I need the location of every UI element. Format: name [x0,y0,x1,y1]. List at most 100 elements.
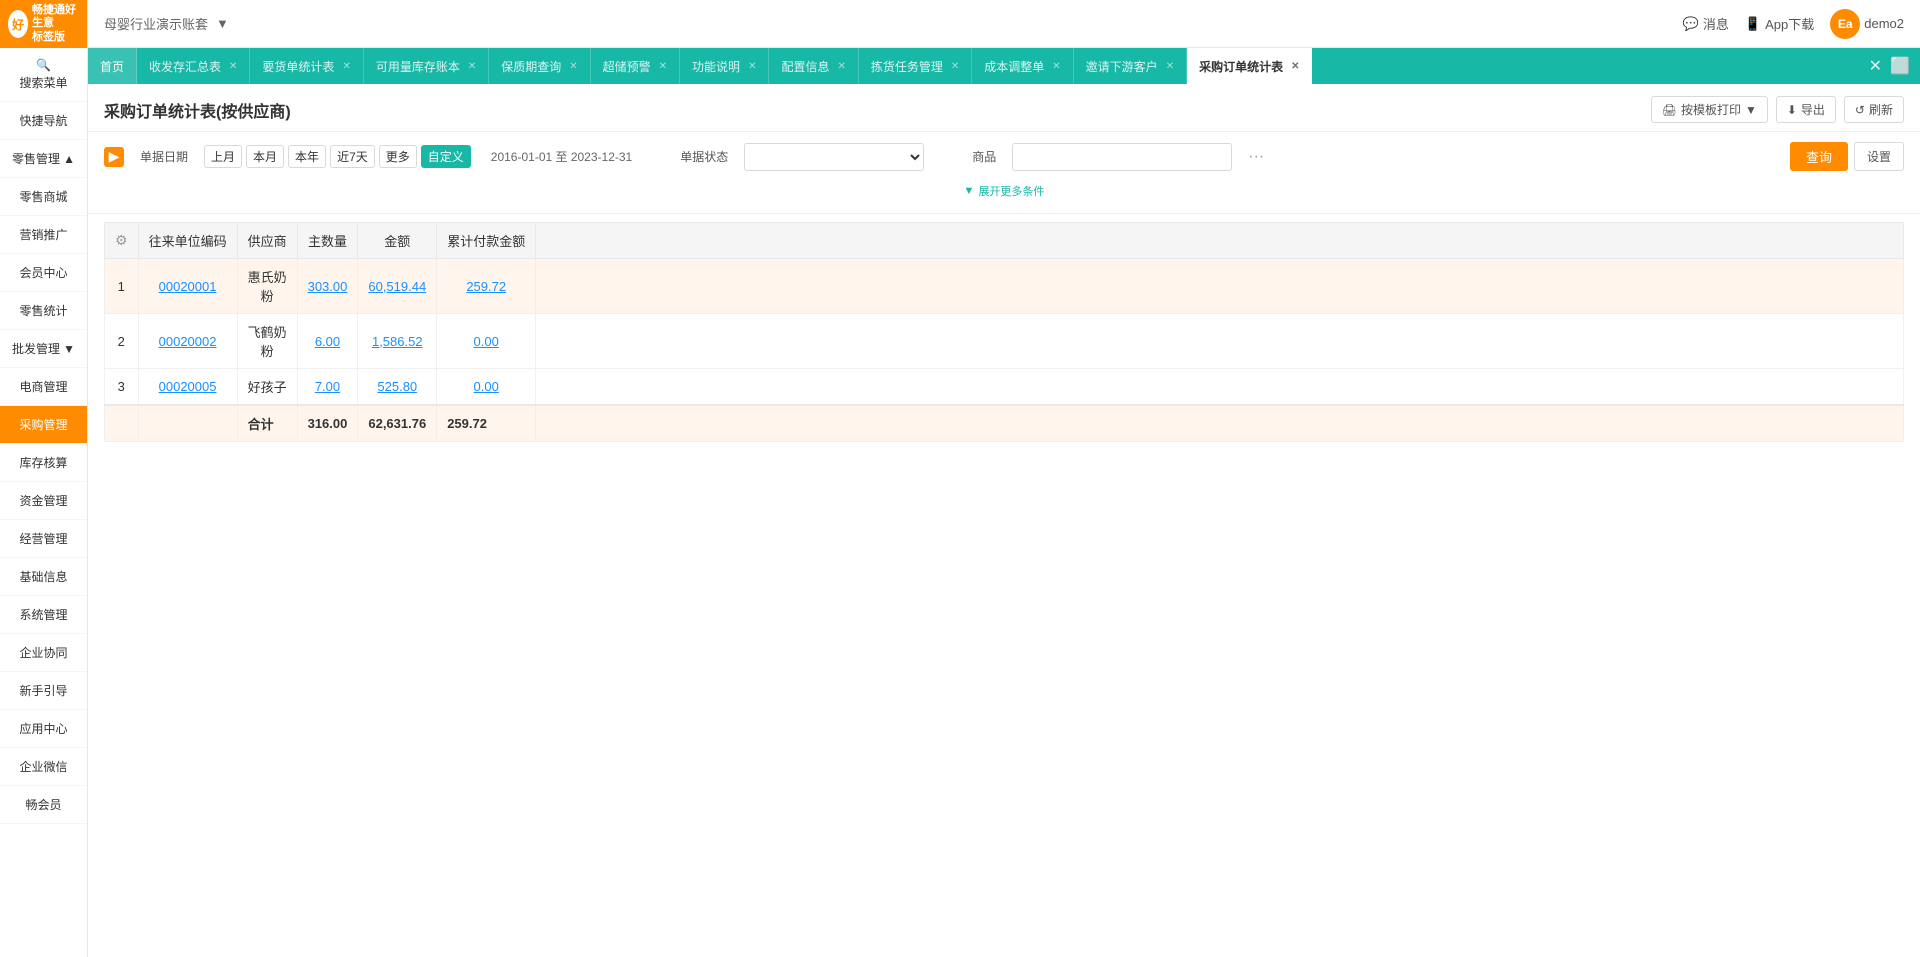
tab-bar: 首页 收发存汇总表 ✕ 要货单统计表 ✕ 可用量库存账本 ✕ 保质期查询 ✕ 超… [88,48,1920,84]
dropdown-icon: ▼ [216,16,229,31]
filter-toggle-btn[interactable]: ▶ [104,147,124,167]
tab-receive-send-close[interactable]: ✕ [229,61,237,72]
row-qty[interactable]: 303.00 [297,259,358,314]
sidebar-item-purchase[interactable]: 采购管理 [0,406,87,444]
status-filter-label: 单据状态 [680,148,728,165]
tab-pick-task-label: 拣货任务管理 [871,58,943,75]
tab-close-all-icon[interactable]: ✕ [1867,54,1884,78]
filter-more-btn[interactable]: ··· [1248,148,1264,166]
sidebar-item-member[interactable]: 会员中心 [0,254,87,292]
tab-available-stock[interactable]: 可用量库存账本 ✕ [364,48,489,84]
row-code[interactable]: 00020002 [138,314,237,369]
sidebar-item-enterprise[interactable]: 企业协同 [0,634,87,672]
row-paid[interactable]: 0.00 [437,369,536,406]
sidebar-item-ecommerce[interactable]: 电商管理 [0,368,87,406]
sidebar-item-quick-nav[interactable]: 快捷导航 [0,102,87,140]
tab-pick-task-close[interactable]: ✕ [951,61,959,72]
tab-cost-adjust-close[interactable]: ✕ [1052,61,1060,72]
btn-template-print[interactable]: 🖨 按模板打印 ▼ [1651,96,1768,123]
col-extra [536,223,1904,259]
tab-shelf-life-close[interactable]: ✕ [569,61,577,72]
row-amount[interactable]: 1,586.52 [358,314,437,369]
row-qty[interactable]: 7.00 [297,369,358,406]
app-download-btn[interactable]: 📱 App下载 [1745,14,1814,33]
sidebar-item-finance[interactable]: 资金管理 [0,482,87,520]
header-actions: 💬 消息 📱 App下载 Ea demo2 [1683,9,1904,39]
row-code[interactable]: 00020001 [138,259,237,314]
sidebar-item-wholesale[interactable]: 批发管理 ▼ [0,330,87,368]
tab-function-desc-label: 功能说明 [692,58,740,75]
tab-overstock[interactable]: 超储预警 ✕ [591,48,680,84]
date-filter-label: 单据日期 [140,148,188,165]
tab-maximize-icon[interactable]: ⬜ [1888,54,1912,78]
sidebar-item-vip[interactable]: 畅会员 [0,786,87,824]
sidebar-item-basics[interactable]: 基础信息 [0,558,87,596]
sidebar-item-appcenter[interactable]: 应用中心 [0,710,87,748]
user-profile[interactable]: Ea demo2 [1830,9,1904,39]
workspace-selector[interactable]: 母婴行业演示账套 ▼ [104,14,229,33]
status-select[interactable] [744,143,924,171]
message-btn[interactable]: 💬 消息 [1683,14,1729,33]
table-container: ⚙ 往来单位编码 供应商 主数量 金额 累计付款金额 1 00020001 惠氏… [88,214,1920,450]
tab-pick-task[interactable]: 拣货任务管理 ✕ [859,48,972,84]
goods-filter-input[interactable] [1012,143,1232,171]
tab-invite-downstream[interactable]: 邀请下游客户 ✕ [1074,48,1187,84]
tab-available-stock-close[interactable]: ✕ [468,61,476,72]
tab-shelf-life[interactable]: 保质期查询 ✕ [489,48,590,84]
tab-function-desc-close[interactable]: ✕ [748,61,756,72]
btn-refresh[interactable]: ↺ 刷新 [1844,96,1904,123]
sidebar-item-newguide[interactable]: 新手引导 [0,672,87,710]
row-amount[interactable]: 525.80 [358,369,437,406]
print-icon: 🖨 [1662,103,1677,117]
date-btn-last-month[interactable]: 上月 [204,145,242,168]
date-btn-7days[interactable]: 近7天 [330,145,375,168]
btn-export[interactable]: ⬇ 导出 [1776,96,1836,123]
btn-query[interactable]: 查询 [1790,142,1848,171]
date-btn-this-year[interactable]: 本年 [288,145,326,168]
workspace-label: 母婴行业演示账套 [104,14,208,33]
date-btn-this-month[interactable]: 本月 [246,145,284,168]
sidebar-item-system[interactable]: 系统管理 [0,596,87,634]
sidebar-item-wechat[interactable]: 企业微信 [0,748,87,786]
date-btn-more[interactable]: 更多 [379,145,417,168]
btn-settings[interactable]: 设置 [1854,142,1904,171]
sidebar-item-retail-stats[interactable]: 零售统计 [0,292,87,330]
tab-invite-downstream-close[interactable]: ✕ [1166,61,1174,72]
tab-purchase-stats[interactable]: 采购订单统计表 ✕ [1187,48,1312,84]
tab-home[interactable]: 首页 [88,48,137,84]
table-row: 3 00020005 好孩子 7.00 525.80 0.00 [105,369,1904,406]
tab-function-desc[interactable]: 功能说明 ✕ [680,48,769,84]
sidebar: 好 畅捷通好生意 标签版 🔍 搜索菜单 快捷导航 零售管理 ▲ 零售商城 营销推… [0,0,88,957]
row-paid[interactable]: 0.00 [437,314,536,369]
tab-home-label: 首页 [100,58,124,75]
sidebar-item-search[interactable]: 🔍 搜索菜单 [0,48,87,102]
summary-supplier-label: 合计 [237,405,297,442]
tab-cost-adjust[interactable]: 成本调整单 ✕ [972,48,1073,84]
tab-cost-adjust-label: 成本调整单 [984,58,1044,75]
tab-config-info-close[interactable]: ✕ [837,61,845,72]
sidebar-item-retail[interactable]: 零售管理 ▲ [0,140,87,178]
row-qty[interactable]: 6.00 [297,314,358,369]
status-select-wrapper [744,143,924,171]
sidebar-item-operations[interactable]: 经营管理 [0,520,87,558]
tab-purchase-stats-close[interactable]: ✕ [1291,61,1299,72]
settings-icon[interactable]: ⚙ [115,232,128,248]
sidebar-item-marketing[interactable]: 营销推广 [0,216,87,254]
tab-receive-send[interactable]: 收发存汇总表 ✕ [137,48,250,84]
tab-demand-stats[interactable]: 要货单统计表 ✕ [250,48,363,84]
row-amount[interactable]: 60,519.44 [358,259,437,314]
tab-purchase-stats-label: 采购订单统计表 [1199,58,1283,75]
tab-demand-stats-close[interactable]: ✕ [342,61,350,72]
row-paid[interactable]: 259.72 [437,259,536,314]
tab-demand-stats-label: 要货单统计表 [262,58,334,75]
row-code[interactable]: 00020005 [138,369,237,406]
col-supplier: 供应商 [237,223,297,259]
sidebar-item-inventory[interactable]: 库存核算 [0,444,87,482]
tab-config-info[interactable]: 配置信息 ✕ [769,48,858,84]
sidebar-item-retail-shop[interactable]: 零售商城 [0,178,87,216]
col-qty: 主数量 [297,223,358,259]
date-btn-custom[interactable]: 自定义 [421,145,471,168]
tab-overstock-close[interactable]: ✕ [659,61,667,72]
app-logo: 好 畅捷通好生意 标签版 [0,0,87,48]
expand-more-btn[interactable]: ▼ 展开更多条件 [104,179,1904,203]
